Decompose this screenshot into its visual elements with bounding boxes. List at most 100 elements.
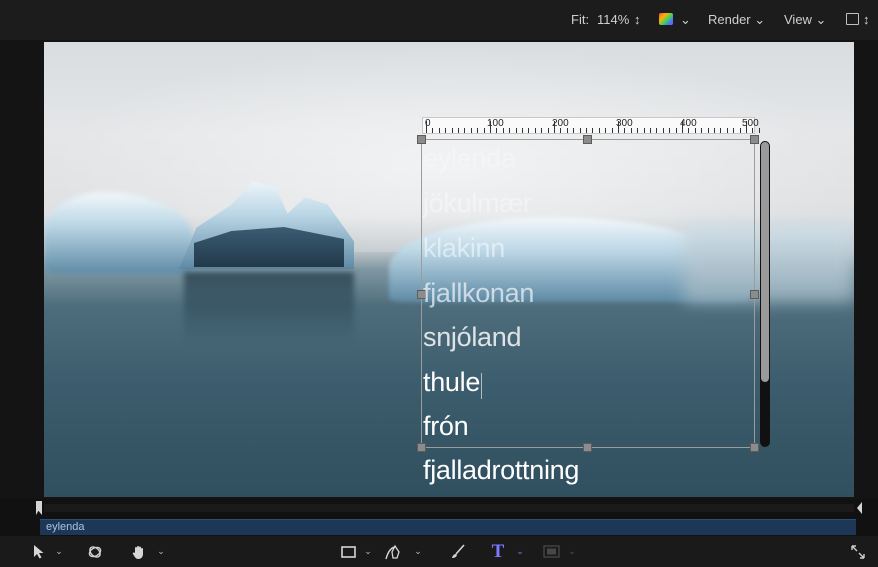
- ruler-tick: [541, 128, 543, 133]
- viewer-toolbar: Fit: 114% ↕ ⌄ Render ⌄ View ⌄ ↕: [0, 0, 878, 40]
- handle-bottom-right[interactable]: [750, 443, 759, 452]
- ruler-tick: [733, 128, 735, 133]
- ruler-tick: [726, 128, 728, 133]
- ruler-tick: [714, 128, 715, 133]
- ruler-tick: [445, 128, 447, 133]
- ruler-tick: [598, 128, 600, 133]
- ruler-tick: [618, 121, 619, 133]
- ruler-tick: [675, 128, 677, 133]
- ruler-tick: [464, 128, 466, 133]
- play-range-start-marker[interactable]: [36, 501, 42, 515]
- ruler-tick: [707, 128, 709, 133]
- render-menu-button[interactable]: Render ⌄: [708, 12, 765, 28]
- ruler-tick: [624, 128, 626, 133]
- ruler-tick: [758, 128, 760, 133]
- text-line-7[interactable]: frón: [423, 411, 469, 442]
- ruler-tick: [605, 128, 607, 133]
- ruler-tick: [637, 128, 639, 133]
- pen-tool-chevron-icon[interactable]: ⌄: [413, 543, 423, 560]
- ruler-tick: [701, 128, 703, 133]
- ruler-tick: [630, 128, 632, 133]
- text-scrollbar[interactable]: [760, 141, 770, 447]
- scrollbar-thumb[interactable]: [761, 142, 769, 382]
- ruler-tick: [509, 128, 511, 133]
- color-channels-icon[interactable]: [659, 13, 673, 25]
- zoom-level-value[interactable]: 114%: [597, 12, 629, 27]
- viewer-layout-icon[interactable]: [846, 13, 859, 25]
- handle-top-center[interactable]: [583, 135, 592, 144]
- text-line-5[interactable]: snjóland: [423, 322, 521, 353]
- mini-timeline[interactable]: [0, 499, 878, 517]
- ruler-tick: [432, 128, 434, 133]
- ruler-tick: [650, 128, 651, 133]
- ruler-tick: [656, 128, 658, 133]
- ruler-tick: [566, 128, 568, 133]
- ruler-tick: [547, 128, 549, 133]
- hand-pan-icon[interactable]: [131, 543, 147, 560]
- text-clip[interactable]: eylenda: [40, 519, 856, 535]
- ruler-tick: [515, 128, 517, 133]
- ruler-tick: [451, 128, 453, 133]
- shape-tool-chevron-icon[interactable]: ⌄: [363, 543, 373, 560]
- text-tool-chevron-icon[interactable]: ⌄: [515, 543, 525, 560]
- ruler-tick: [746, 121, 747, 133]
- mask-tool-icon: [542, 543, 560, 560]
- ruler-tick: [669, 128, 671, 133]
- handle-middle-right[interactable]: [750, 290, 759, 299]
- ruler-tick: [522, 128, 523, 133]
- ruler-tick: [739, 128, 741, 133]
- text-tool-icon[interactable]: T: [490, 541, 506, 562]
- select-tool-chevron-icon[interactable]: ⌄: [54, 543, 64, 560]
- clip-label: eylenda: [46, 521, 85, 533]
- handle-top-right[interactable]: [750, 135, 759, 144]
- ruler-tick: [554, 121, 555, 133]
- handle-bottom-left[interactable]: [417, 443, 426, 452]
- ruler-tick: [611, 128, 613, 133]
- select-arrow-icon[interactable]: [32, 543, 46, 560]
- ruler-tick: [573, 128, 575, 133]
- ruler-tick: [694, 128, 696, 133]
- text-line-8[interactable]: fjalladrottning: [423, 455, 579, 486]
- ruler-tick: [662, 128, 664, 133]
- ruler-label-500: 500: [742, 118, 759, 129]
- ruler-tick: [752, 128, 754, 133]
- ruler-tick: [426, 121, 427, 133]
- ruler-tick: [688, 128, 690, 133]
- ruler-tick: [438, 128, 440, 133]
- handle-bottom-center[interactable]: [583, 443, 592, 452]
- text-line-2[interactable]: jökulmær: [423, 188, 532, 219]
- paint-brush-icon[interactable]: [450, 543, 466, 560]
- layout-stepper-icon[interactable]: ↕: [863, 12, 870, 27]
- mask-tool-chevron-icon: ⌄: [568, 546, 576, 556]
- text-ruler: 0 100 200 300 400 500: [422, 117, 760, 134]
- ruler-tick: [470, 128, 472, 133]
- ruler-tick: [534, 128, 536, 133]
- color-chevron-down-icon[interactable]: ⌄: [680, 12, 691, 28]
- ruler-tick: [592, 128, 594, 133]
- text-line-1[interactable]: eylenda: [423, 143, 516, 174]
- ruler-tick: [502, 128, 504, 133]
- fullscreen-expand-icon[interactable]: [849, 543, 867, 560]
- ruler-tick: [579, 128, 581, 133]
- timeline-track[interactable]: [44, 504, 854, 512]
- text-line-4[interactable]: fjallkonan: [423, 278, 534, 309]
- ruler-tick: [477, 128, 479, 133]
- play-range-end-marker[interactable]: [857, 502, 862, 514]
- pan-tool-chevron-icon[interactable]: ⌄: [156, 543, 166, 560]
- clip-bar: eylenda: [0, 517, 878, 536]
- ruler-tick: [560, 128, 562, 133]
- orbit-tool-icon[interactable]: [86, 543, 104, 560]
- view-menu-button[interactable]: View ⌄: [784, 12, 826, 28]
- rectangle-shape-icon[interactable]: [340, 543, 356, 560]
- ruler-tick: [586, 128, 587, 133]
- text-line-3[interactable]: klakinn: [423, 233, 505, 264]
- ruler-tick: [483, 128, 485, 133]
- zoom-stepper-icon[interactable]: ↕: [634, 12, 641, 27]
- water-reflection: [184, 272, 354, 342]
- ruler-tick: [720, 128, 722, 133]
- text-insertion-cursor: [481, 373, 482, 399]
- text-line-6[interactable]: thule: [423, 367, 480, 398]
- ruler-tick: [458, 128, 459, 133]
- bezier-pen-icon[interactable]: [384, 543, 406, 560]
- fit-label: Fit:: [571, 12, 590, 27]
